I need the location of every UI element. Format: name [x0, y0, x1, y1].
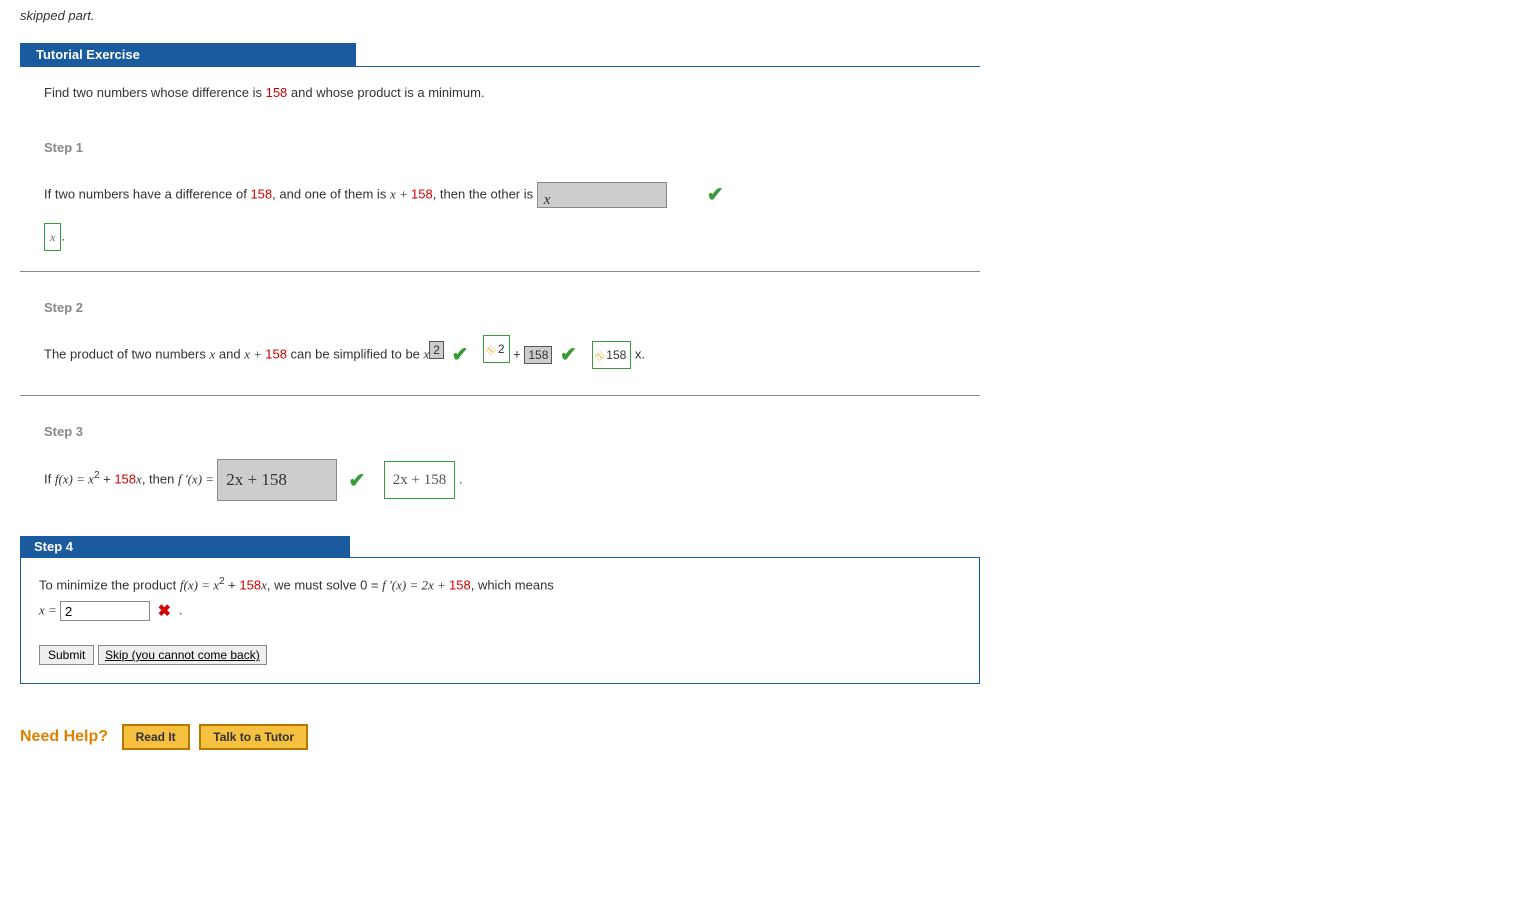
step1-answer-input[interactable]: x	[537, 182, 667, 208]
divider	[20, 271, 980, 272]
need-help-row: Need Help? Read It Talk to a Tutor	[20, 724, 980, 750]
exercise-container: Tutorial Exercise Find two numbers whose…	[20, 43, 980, 750]
question-value: 158	[266, 85, 288, 100]
step4-box: To minimize the product f(x) = x2 + 158x…	[20, 557, 980, 684]
talk-tutor-button[interactable]: Talk to a Tutor	[199, 724, 308, 750]
tutorial-header-bar: Tutorial Exercise	[20, 43, 980, 67]
step4-label: Step 4	[20, 536, 350, 557]
check-icon: ✔	[707, 175, 724, 215]
step2-exp-input[interactable]: 2	[429, 341, 444, 359]
step4-answer-input[interactable]	[60, 601, 150, 621]
step1-body: If two numbers have a difference of 158,…	[44, 175, 980, 251]
step2-coef-key: ⚿158	[592, 341, 632, 369]
divider	[20, 395, 980, 396]
check-icon: ✔	[452, 335, 469, 375]
x-icon: ✖	[158, 601, 171, 621]
read-it-button[interactable]: Read It	[122, 724, 190, 750]
skip-button[interactable]: Skip (you cannot come back)	[98, 645, 267, 665]
step1-label: Step 1	[44, 140, 980, 155]
step1-confirm-box: x	[44, 223, 61, 251]
step3-body: If f(x) = x2 + 158x, then f '(x) = 2x + …	[44, 459, 980, 501]
step2-label: Step 2	[44, 300, 980, 315]
step2-body: The product of two numbers x and x + 158…	[44, 335, 980, 375]
need-help-label: Need Help?	[20, 728, 108, 746]
submit-button[interactable]: Submit	[39, 645, 94, 665]
check-icon: ✔	[349, 461, 366, 501]
step2-exp-key: ⚿2	[483, 335, 509, 363]
step2-coef-input[interactable]: 158	[524, 346, 552, 364]
check-icon: ✔	[560, 335, 577, 375]
step3-answer-input[interactable]: 2x + 158	[217, 459, 337, 501]
step3-label: Step 3	[44, 424, 980, 439]
skipped-part-text: skipped part.	[20, 8, 1515, 23]
question-text: Find two numbers whose difference is 158…	[44, 85, 980, 100]
tutorial-header-title: Tutorial Exercise	[26, 43, 356, 66]
step3-confirm-box: 2x + 158	[384, 461, 455, 499]
